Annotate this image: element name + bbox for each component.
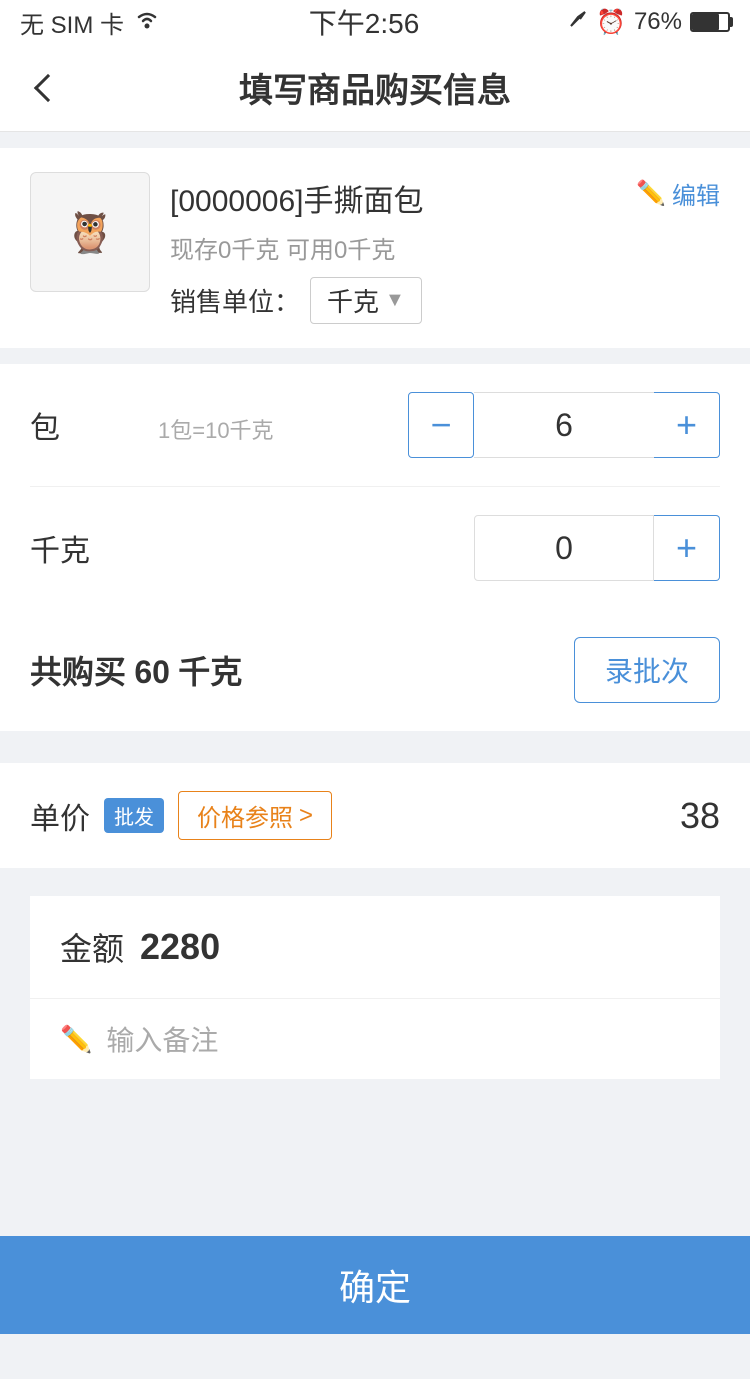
amount-row: 金额 2280 [30,896,720,998]
battery-percent: 76% [634,8,682,36]
product-stock: 现存0千克 可用0千克 [170,230,720,265]
kg-label: 千克 [30,526,150,570]
back-button[interactable] [0,44,80,132]
price-value: 38 [680,795,720,837]
total-prefix: 共购买 [30,654,126,690]
divider-1 [0,348,750,364]
price-section: 单价 批发 价格参照 > 38 [0,763,750,868]
bag-qty-controls: − + [408,392,720,458]
price-ref-arrow-icon: > [299,802,313,830]
location-icon [568,8,588,36]
unit-label: 销售单位： [170,282,300,319]
price-badge: 批发 [104,798,164,833]
total-unit: 千克 [178,654,242,690]
batch-button[interactable]: 录批次 [574,637,720,703]
back-arrow-icon [33,73,61,101]
total-section: 共购买 60 千克 录批次 [0,609,750,731]
product-name: [0000006]手撕面包 [170,176,423,220]
kg-qty-row: 千克 + [30,487,720,609]
bag-qty-input[interactable] [474,392,654,458]
kg-qty-input[interactable] [474,515,654,581]
bag-label: 包 [30,403,150,447]
kg-increment-button[interactable]: + [654,515,720,581]
amount-label: 金额 [60,924,124,970]
confirm-button[interactable]: 确定 [0,1236,750,1334]
product-thumbnail: 🦉 [30,172,150,292]
edit-icon: ✏️ [636,179,666,208]
empty-space [0,1079,750,1379]
status-bar: 无 SIM 卡 下午2:56 ⏰ 76% [0,0,750,44]
dropdown-arrow-icon: ▼ [385,289,405,312]
edit-label: 编辑 [672,176,720,211]
kg-label-wrap: 千克 [30,526,474,570]
price-ref-label: 价格参照 [197,798,293,833]
amount-section: 金额 2280 ✏️ 输入备注 [0,868,750,1079]
price-label: 单价 [30,794,90,838]
product-info: [0000006]手撕面包 ✏️ 编辑 现存0千克 可用0千克 销售单位： 千克… [170,172,720,324]
amount-value: 2280 [140,926,220,968]
status-left: 无 SIM 卡 [20,5,160,40]
bag-qty-row: 包 1包=10千克 − + [30,364,720,487]
product-logo-icon: 🦉 [65,209,115,256]
wifi-icon [134,8,160,36]
unit-value: 千克 [327,282,379,319]
bag-sublabel: 1包=10千克 [158,413,274,445]
total-amount: 60 [134,654,170,690]
carrier-label: 无 SIM 卡 [20,5,124,40]
alarm-icon: ⏰ [596,8,626,37]
bag-increment-button[interactable]: + [654,392,720,458]
divider-2 [0,731,750,747]
remark-row[interactable]: ✏️ 输入备注 [30,998,720,1079]
kg-qty-controls: + [474,515,720,581]
unit-selector[interactable]: 千克 ▼ [310,277,422,324]
battery-icon [690,12,730,32]
remark-placeholder: 输入备注 [106,1019,218,1059]
product-card: 🦉 [0000006]手撕面包 ✏️ 编辑 现存0千克 可用0千克 销售单位： … [0,148,750,348]
product-unit-row: 销售单位： 千克 ▼ [170,277,720,324]
page-title: 填写商品购买信息 [239,63,511,112]
edit-button[interactable]: ✏️ 编辑 [636,176,720,211]
status-right: ⏰ 76% [568,8,730,37]
pencil-icon: ✏️ [60,1024,92,1055]
status-time: 下午2:56 [309,2,420,42]
bag-label-wrap: 包 1包=10千克 [30,403,408,447]
price-ref-button[interactable]: 价格参照 > [178,791,332,840]
total-text: 共购买 60 千克 [30,647,242,693]
bag-decrement-button[interactable]: − [408,392,474,458]
nav-bar: 填写商品购买信息 [0,44,750,132]
quantity-section: 包 1包=10千克 − + 千克 + [0,364,750,609]
